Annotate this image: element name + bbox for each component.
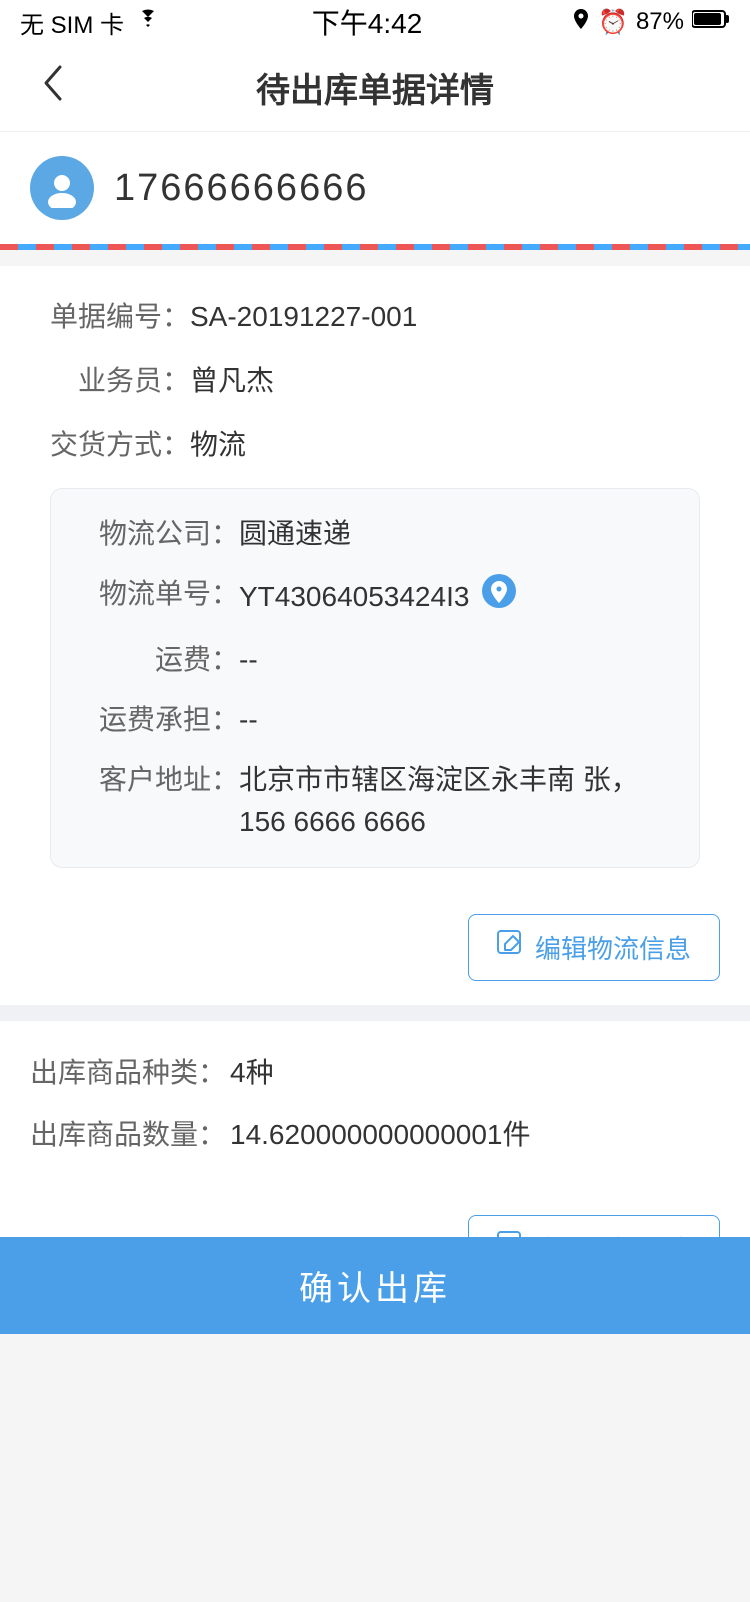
freight-bearer-row: 运费承担： -- — [79, 699, 671, 741]
logistics-company-value: 圆通速递 — [239, 513, 671, 555]
address-label: 客户地址： — [79, 759, 239, 801]
delivery-row: 交货方式： 物流 — [30, 424, 720, 466]
order-number-row: 单据编号： SA-20191227-001 — [30, 296, 720, 338]
dashed-divider — [0, 244, 750, 250]
section-divider-1 — [0, 1005, 750, 1021]
salesman-label: 业务员： — [30, 360, 190, 402]
product-types-row: 出库商品种类： 4种 — [30, 1051, 720, 1091]
product-types-label: 出库商品种类： — [30, 1051, 230, 1091]
freight-row: 运费： -- — [79, 639, 671, 681]
logistics-company-label: 物流公司： — [79, 513, 239, 555]
map-pin-icon[interactable] — [481, 573, 517, 621]
order-number-label: 单据编号： — [30, 296, 190, 338]
logistics-company-row: 物流公司： 圆通速递 — [79, 513, 671, 555]
address-row: 客户地址： 北京市市辖区海淀区永丰南 张，156 6666 6666 — [79, 759, 671, 843]
status-bar: 无 SIM 卡 下午4:42 ⏰ 87% — [0, 0, 750, 44]
order-number-value: SA-20191227-001 — [190, 296, 720, 338]
freight-value: -- — [239, 639, 671, 681]
logistics-tracking-row: 物流单号： YT43064053424I3 — [79, 573, 671, 621]
logistics-tracking-label: 物流单号： — [79, 573, 239, 615]
edit-logistics-button[interactable]: 编辑物流信息 — [468, 914, 720, 981]
customer-phone: 17666666666 — [114, 167, 368, 210]
freight-label: 运费： — [79, 639, 239, 681]
battery-text: 87% — [636, 8, 684, 36]
confirm-btn-text: 确认出库 — [299, 1270, 451, 1308]
nav-bar: 待出库单据详情 — [0, 44, 750, 132]
delivery-label: 交货方式： — [30, 424, 190, 466]
alarm-icon: ⏰ — [598, 8, 628, 37]
battery-icon — [692, 8, 730, 36]
salesman-value: 曾凡杰 — [190, 360, 720, 402]
logistics-tracking-value: YT43064053424I3 — [239, 573, 671, 621]
status-time: 下午4:42 — [312, 2, 423, 42]
delivery-value: 物流 — [190, 424, 720, 466]
status-right: ⏰ 87% — [572, 8, 730, 37]
page-title: 待出库单据详情 — [256, 63, 494, 112]
location-status-icon — [572, 8, 590, 37]
confirm-button[interactable]: 确认出库 — [0, 1237, 750, 1334]
salesman-row: 业务员： 曾凡杰 — [30, 360, 720, 402]
avatar — [30, 156, 94, 220]
freight-bearer-value: -- — [239, 699, 671, 741]
status-left: 无 SIM 卡 — [20, 5, 162, 40]
wifi-icon — [134, 8, 162, 36]
logistics-card: 物流公司： 圆通速递 物流单号： YT43064053424I3 运费： — [50, 488, 700, 868]
edit-logistics-row: 编辑物流信息 — [0, 898, 750, 1005]
product-quantity-row: 出库商品数量： 14.620000000000001件 — [30, 1113, 720, 1153]
back-button[interactable] — [30, 53, 74, 122]
customer-header: 17666666666 — [0, 132, 750, 244]
address-value: 北京市市辖区海淀区永丰南 张，156 6666 6666 — [239, 759, 671, 843]
product-quantity-value: 14.620000000000001件 — [230, 1113, 531, 1153]
edit-logistics-label: 编辑物流信息 — [535, 929, 691, 966]
products-section: 出库商品种类： 4种 出库商品数量： 14.620000000000001件 — [0, 1021, 750, 1205]
order-info-section: 单据编号： SA-20191227-001 业务员： 曾凡杰 交货方式： 物流 … — [0, 266, 750, 898]
freight-bearer-label: 运费承担： — [79, 699, 239, 741]
edit-icon — [497, 930, 525, 965]
product-quantity-label: 出库商品数量： — [30, 1113, 230, 1153]
product-types-value: 4种 — [230, 1051, 274, 1091]
bottom-spacer — [0, 1312, 750, 1512]
carrier-text: 无 SIM 卡 — [20, 5, 124, 40]
